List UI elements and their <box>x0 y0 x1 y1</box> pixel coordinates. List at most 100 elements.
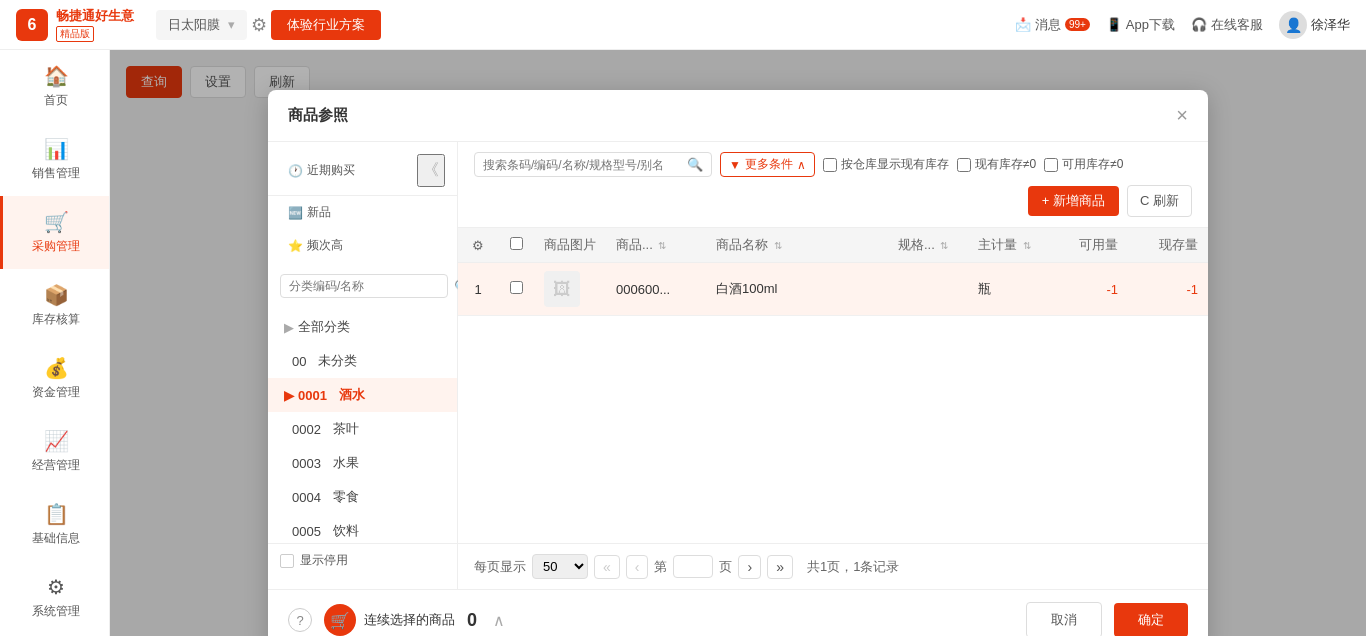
row-available: -1 <box>1048 263 1128 316</box>
modal-left-frequent: ⭐ 频次高 <box>268 233 457 266</box>
online-service-button[interactable]: 🎧 在线客服 <box>1191 16 1263 34</box>
home-icon: 🏠 <box>44 64 69 88</box>
row-check[interactable] <box>498 263 534 316</box>
col-header-spec[interactable]: 规格... ⇅ <box>888 228 968 263</box>
category-item-all[interactable]: ▶ 全部分类 <box>268 310 457 344</box>
page-number-input[interactable]: 1 <box>673 555 713 578</box>
nav-item-solar[interactable]: 日太阳膜 ▾ <box>156 10 247 40</box>
clock-icon: 🕐 <box>288 164 303 178</box>
col-header-stock[interactable]: 现存量 <box>1128 228 1208 263</box>
left-panel-collapse-button[interactable]: 《 <box>417 154 445 187</box>
product-search-input[interactable] <box>483 158 683 172</box>
cancel-button[interactable]: 取消 <box>1026 602 1102 636</box>
messages-button[interactable]: 📩 消息 99+ <box>1015 16 1090 34</box>
sidebar-item-basic-info[interactable]: 📋 基础信息 <box>0 488 109 561</box>
confirm-button[interactable]: 确定 <box>1114 603 1188 636</box>
row-checkbox[interactable] <box>510 281 523 294</box>
prev-page-button[interactable]: ‹ <box>626 555 649 579</box>
row-name: 白酒100ml <box>706 263 888 316</box>
sidebar-item-operations[interactable]: 📈 经营管理 <box>0 415 109 488</box>
app-download-button[interactable]: 📱 App下载 <box>1106 16 1175 34</box>
header-actions: 📩 消息 99+ 📱 App下载 🎧 在线客服 👤 徐泽华 <box>1015 11 1350 39</box>
logo-icon: 6 <box>16 9 48 41</box>
sidebar-item-system[interactable]: ⚙ 系统管理 <box>0 561 109 634</box>
product-search-icon[interactable]: 🔍 <box>687 157 703 172</box>
per-page-select[interactable]: 50 10 20 100 <box>532 554 588 579</box>
cart-summary: 🛒 连续选择的商品 0 <box>324 604 481 636</box>
modal-left-top: 🕐 近期购买 《 <box>268 154 457 196</box>
new-product-filter-button[interactable]: 🆕 新品 <box>280 200 339 225</box>
show-disabled-checkbox[interactable] <box>280 554 294 568</box>
frequent-filter-button[interactable]: ⭐ 频次高 <box>280 233 351 258</box>
show-disabled-toggle[interactable]: 显示停用 <box>280 552 445 569</box>
add-product-button[interactable]: + 新增商品 <box>1028 186 1119 216</box>
sidebar-item-inventory[interactable]: 📦 库存核算 <box>0 269 109 342</box>
first-page-button[interactable]: « <box>594 555 620 579</box>
available-filter-toggle[interactable]: 现有库存≠0 <box>957 156 1036 173</box>
sidebar-label-inventory: 库存核算 <box>32 311 80 328</box>
trial-button[interactable]: 体验行业方案 <box>271 10 381 40</box>
col-header-name[interactable]: 商品名称 ⇅ <box>706 228 888 263</box>
sidebar: 🏠 首页 📊 销售管理 🛒 采购管理 📦 库存核算 💰 资金管理 📈 经营管理 … <box>0 50 110 636</box>
cart-label: 连续选择的商品 <box>364 611 455 629</box>
col-header-settings[interactable]: ⚙ <box>458 228 498 263</box>
help-button[interactable]: ? <box>288 608 312 632</box>
select-all-checkbox[interactable] <box>510 237 523 250</box>
category-list: ▶ 全部分类 00 未分类 ▶ 0001 酒水 <box>268 306 457 543</box>
settings-icon[interactable]: ⚙ <box>251 14 267 36</box>
usable-filter-checkbox[interactable] <box>1044 158 1058 172</box>
category-search-input[interactable] <box>280 274 448 298</box>
category-arrow-active: ▶ <box>284 388 294 403</box>
category-item-liquor[interactable]: ▶ 0001 酒水 <box>268 378 457 412</box>
sidebar-item-home[interactable]: 🏠 首页 <box>0 50 109 123</box>
usable-filter-toggle[interactable]: 可用库存≠0 <box>1044 156 1123 173</box>
headset-icon: 🎧 <box>1191 17 1207 32</box>
warehouse-filter-checkbox[interactable] <box>823 158 837 172</box>
col-header-unit[interactable]: 主计量 ⇅ <box>968 228 1048 263</box>
recent-purchase-button[interactable]: 🕐 近期购买 <box>280 154 363 187</box>
user-avatar[interactable]: 👤 徐泽华 <box>1279 11 1350 39</box>
sort-name-icon: ⇅ <box>774 240 782 251</box>
new-icon: 🆕 <box>288 206 303 220</box>
refresh-button[interactable]: C 刷新 <box>1127 185 1192 217</box>
table-row[interactable]: 1 🖼 000600... 白酒100ml <box>458 263 1208 316</box>
row-unit: 瓶 <box>968 263 1048 316</box>
app-icon: 📱 <box>1106 17 1122 32</box>
col-header-available[interactable]: 可用量 <box>1048 228 1128 263</box>
modal-body: 🕐 近期购买 《 🆕 新品 <box>268 142 1208 589</box>
more-filters-button[interactable]: ▼ 更多条件 ∧ <box>720 152 815 177</box>
table-header-row: ⚙ 商品图片 商品... <box>458 228 1208 263</box>
sidebar-label-basic: 基础信息 <box>32 530 80 547</box>
pagination-bar: 每页显示 50 10 20 100 « ‹ 第 1 页 <box>458 543 1208 589</box>
modal-left-quick-filters: 🆕 新品 <box>268 196 457 233</box>
inventory-icon: 📦 <box>44 283 69 307</box>
sales-icon: 📊 <box>44 137 69 161</box>
modal-left-panel: 🕐 近期购买 《 🆕 新品 <box>268 142 458 589</box>
category-item-tea[interactable]: 0002 茶叶 <box>268 412 457 446</box>
modal-close-button[interactable]: × <box>1176 104 1188 127</box>
row-spec <box>888 263 968 316</box>
category-search-row: 🔍 <box>268 266 457 306</box>
available-filter-checkbox[interactable] <box>957 158 971 172</box>
warehouse-filter-toggle[interactable]: 按仓库显示现有库存 <box>823 156 949 173</box>
top-header: 6 畅捷通好生意 精品版 日太阳膜 ▾ ⚙ 体验行业方案 📩 消息 99+ 📱 … <box>0 0 1366 50</box>
category-item-fruit[interactable]: 0003 水果 <box>268 446 457 480</box>
category-item-snack[interactable]: 0004 零食 <box>268 480 457 514</box>
next-page-button[interactable]: › <box>738 555 761 579</box>
modal-backdrop: 商品参照 × 🕐 近期购买 《 <box>110 50 1366 636</box>
sidebar-item-finance[interactable]: 💰 资金管理 <box>0 342 109 415</box>
last-page-button[interactable]: » <box>767 555 793 579</box>
filter-up-icon: ∧ <box>797 158 806 172</box>
sidebar-label-sales: 销售管理 <box>32 165 80 182</box>
sort-spec-icon: ⇅ <box>940 240 948 251</box>
sidebar-item-sales[interactable]: 📊 销售管理 <box>0 123 109 196</box>
footer-collapse-button[interactable]: ∧ <box>493 611 505 630</box>
modal-header: 商品参照 × <box>268 90 1208 142</box>
col-header-check[interactable] <box>498 228 534 263</box>
col-header-code[interactable]: 商品... ⇅ <box>606 228 706 263</box>
category-item-beverage[interactable]: 0005 饮料 <box>268 514 457 543</box>
category-item-uncategorized[interactable]: 00 未分类 <box>268 344 457 378</box>
sidebar-label-purchase: 采购管理 <box>32 238 80 255</box>
row-image: 🖼 <box>534 263 606 316</box>
sidebar-item-purchase[interactable]: 🛒 采购管理 <box>0 196 109 269</box>
